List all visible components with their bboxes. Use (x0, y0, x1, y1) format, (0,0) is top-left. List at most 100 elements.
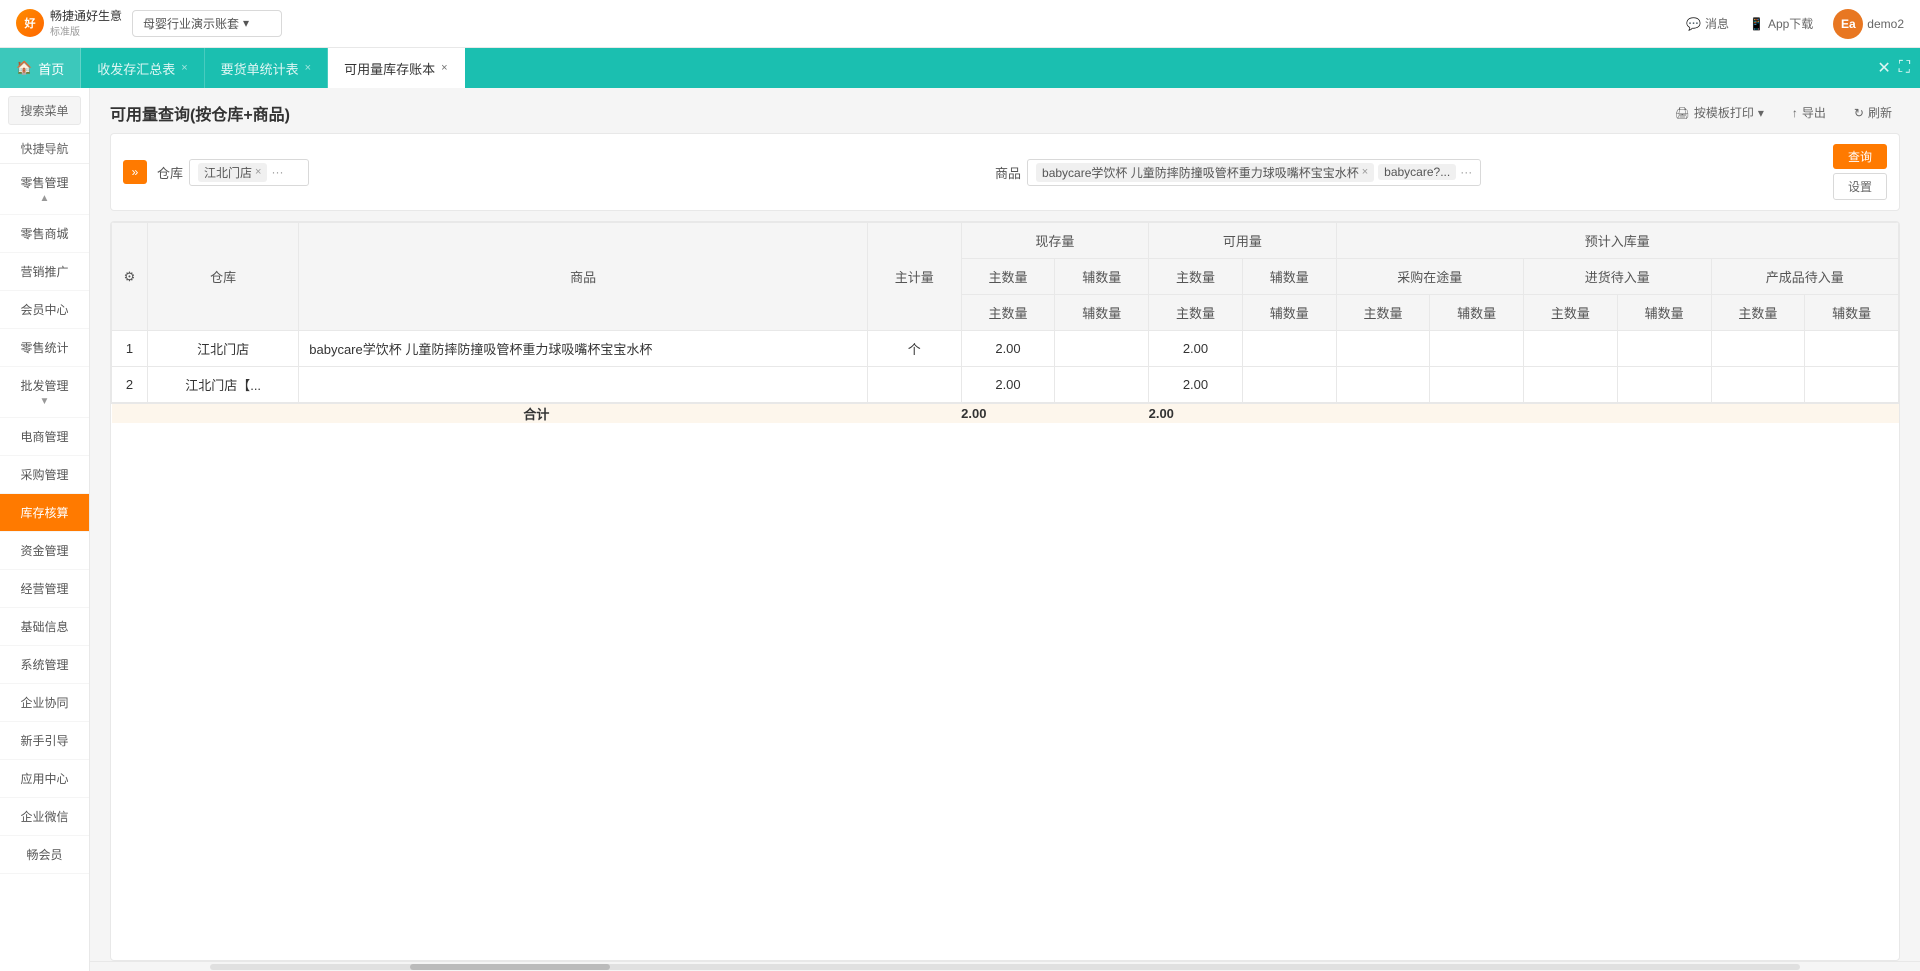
export-btn[interactable]: ↑ 导出 (1784, 100, 1834, 125)
cell-unit-2 (867, 367, 961, 404)
cell-inc-main-1 (1524, 331, 1618, 367)
product-tag-1: babycare学饮杯 儿童防摔防撞吸管杯重力球吸嘴杯宝宝水杯 × (1036, 163, 1374, 182)
sidebar-item-retail-stats[interactable]: 零售统计 (0, 329, 89, 367)
table-header-fin-aux: 辅数量 (1805, 295, 1899, 331)
table-header-pt-aux: 辅数量 (1430, 295, 1524, 331)
table-row: 1 江北门店 babycare学饮杯 儿童防摔防撞吸管杯重力球吸嘴杯宝宝水杯 个… (112, 331, 1899, 367)
cell-inc-aux-2 (1617, 367, 1711, 404)
sidebar-quick-nav[interactable]: 快捷导航 (0, 134, 89, 164)
sidebar-search: 搜索菜单 (0, 88, 89, 134)
summary-inc-main (1524, 403, 1618, 423)
tab-income-expense-close[interactable]: × (181, 62, 187, 74)
cell-pt-main-2 (1336, 367, 1430, 404)
cell-inc-main-2 (1524, 367, 1618, 404)
cell-avail-aux-1 (1242, 331, 1336, 367)
table-header-available-aux-2: 辅数量 (1242, 295, 1336, 331)
cell-warehouse-2: 江北门店【... (148, 367, 299, 404)
filter-bar: » 仓库 江北门店 × ··· 商品 babycare学饮杯 儿童防摔防撞吸管杯… (110, 133, 1900, 211)
table-gear-header[interactable]: ⚙ (112, 223, 148, 331)
tab-order-stats-close[interactable]: × (305, 62, 311, 74)
query-btn[interactable]: 查询 (1833, 144, 1887, 169)
summary-label: 合计 (112, 403, 962, 423)
app-download-btn[interactable]: 📱 App下载 (1749, 15, 1813, 32)
cell-avail-main-2: 2.00 (1149, 367, 1243, 404)
tab-available-stock-close[interactable]: × (441, 62, 447, 74)
sidebar-item-system-mgmt[interactable]: 系统管理 (0, 646, 89, 684)
table-header-fin-main: 主数量 (1711, 295, 1805, 331)
scroll-track (210, 964, 1800, 970)
settings-btn[interactable]: 设置 (1833, 173, 1887, 200)
logo-sub: 标准版 (50, 23, 122, 38)
product-more-btn[interactable]: ··· (1460, 165, 1472, 179)
product-input[interactable]: babycare学饮杯 儿童防摔防撞吸管杯重力球吸嘴杯宝宝水杯 × babyca… (1027, 159, 1481, 186)
sidebar-item-ecommerce[interactable]: 电商管理 (0, 418, 89, 456)
app-icon: 📱 (1749, 17, 1764, 31)
tab-bar-actions: ✕ ⛶ (1877, 48, 1920, 88)
cell-inc-aux-1 (1617, 331, 1711, 367)
industry-label: 母婴行业演示账套 (143, 15, 239, 32)
sidebar-item-basic-info[interactable]: 基础信息 (0, 608, 89, 646)
sidebar-item-wholesale-mgmt[interactable]: 批发管理 ▼ (0, 367, 89, 418)
sidebar-item-enterprise-collab[interactable]: 企业协同 (0, 684, 89, 722)
warehouse-more-btn[interactable]: ··· (271, 165, 283, 179)
sidebar-item-member-center-label: 会员中心 (20, 301, 68, 318)
sidebar-item-retail-mgmt[interactable]: 零售管理 ▲ (0, 164, 89, 215)
sidebar-item-retail-store[interactable]: 零售商城 (0, 215, 89, 253)
sidebar-item-inventory-check[interactable]: 库存核算 (0, 494, 89, 532)
cell-fin-main-1 (1711, 331, 1805, 367)
sidebar-item-wholesale-mgmt-label: 批发管理 (20, 377, 68, 394)
product-tag-2: babycare?... (1378, 164, 1456, 180)
close-all-icon[interactable]: ✕ (1877, 58, 1890, 78)
chevron-down-icon: ▼ (40, 396, 50, 407)
table-header-product: 商品 (299, 223, 868, 331)
refresh-btn[interactable]: ↻ 刷新 (1846, 100, 1900, 125)
summary-fin-aux (1805, 403, 1899, 423)
industry-selector[interactable]: 母婴行业演示账套 ▾ (132, 10, 282, 37)
product-filter-group: 商品 babycare学饮杯 儿童防摔防撞吸管杯重力球吸嘴杯宝宝水杯 × bab… (995, 159, 1823, 186)
search-menu-btn[interactable]: 搜索菜单 (8, 96, 81, 125)
cell-product-2 (299, 367, 868, 404)
warehouse-input[interactable]: 江北门店 × ··· (189, 159, 309, 186)
sidebar-item-system-mgmt-label: 系统管理 (20, 656, 68, 673)
user-area[interactable]: Ea demo2 (1833, 9, 1904, 39)
warehouse-tag-text: 江北门店 (204, 164, 252, 181)
refresh-icon: ↻ (1854, 106, 1864, 120)
tab-bar: 🏠 首页 收发存汇总表 × 要货单统计表 × 可用量库存账本 × ✕ ⛶ (0, 48, 1920, 88)
chevron-up-icon: ▲ (40, 193, 50, 204)
warehouse-tag: 江北门店 × (198, 163, 267, 182)
message-btn[interactable]: 💬 消息 (1686, 15, 1729, 32)
sidebar-item-member-center[interactable]: 会员中心 (0, 291, 89, 329)
table-header-stock: 现存量 (961, 223, 1148, 259)
export-icon: ↑ (1792, 106, 1798, 120)
expand-icon[interactable]: ⛶ (1899, 59, 1910, 77)
summary-inc-aux (1617, 403, 1711, 423)
tab-order-stats[interactable]: 要货单统计表 × (205, 48, 328, 88)
filter-toggle-btn[interactable]: » (123, 160, 147, 184)
bottom-scrollbar[interactable] (90, 961, 1920, 971)
summary-pt-aux (1430, 403, 1524, 423)
header-actions: 🖨 按模板打印 ▾ ↑ 导出 ↻ 刷新 (1667, 100, 1900, 125)
table-header-available: 可用量 (1149, 223, 1336, 259)
sidebar-item-changhui[interactable]: 畅会员 (0, 836, 89, 874)
sidebar-item-app-center[interactable]: 应用中心 (0, 760, 89, 798)
warehouse-tag-close[interactable]: × (255, 166, 261, 178)
product-tag-1-close[interactable]: × (1362, 166, 1368, 178)
page-header: 可用量查询(按仓库+商品) 🖨 按模板打印 ▾ ↑ 导出 ↻ 刷新 (90, 88, 1920, 133)
sidebar-item-retail-mgmt-label: 零售管理 (20, 174, 68, 191)
sidebar-item-ecommerce-label: 电商管理 (20, 428, 68, 445)
sidebar-item-purchase-mgmt[interactable]: 采购管理 (0, 456, 89, 494)
sidebar-item-enterprise-wechat[interactable]: 企业微信 (0, 798, 89, 836)
page-title: 可用量查询(按仓库+商品) (110, 101, 290, 125)
template-print-btn[interactable]: 🖨 按模板打印 ▾ (1667, 100, 1772, 125)
sidebar-item-new-guide[interactable]: 新手引导 (0, 722, 89, 760)
table-header-stock-aux-2: 辅数量 (1055, 295, 1149, 331)
sidebar-item-operations-mgmt[interactable]: 经营管理 (0, 570, 89, 608)
sidebar-item-marketing[interactable]: 营销推广 (0, 253, 89, 291)
sidebar-item-finance-mgmt[interactable]: 资金管理 (0, 532, 89, 570)
content-area: 可用量查询(按仓库+商品) 🖨 按模板打印 ▾ ↑ 导出 ↻ 刷新 (90, 88, 1920, 971)
sidebar-item-app-center-label: 应用中心 (20, 770, 68, 787)
tab-available-stock[interactable]: 可用量库存账本 × (328, 48, 464, 88)
tab-income-expense[interactable]: 收发存汇总表 × (81, 48, 204, 88)
tab-home[interactable]: 🏠 首页 (0, 48, 81, 88)
table-header-inc-aux: 辅数量 (1617, 295, 1711, 331)
